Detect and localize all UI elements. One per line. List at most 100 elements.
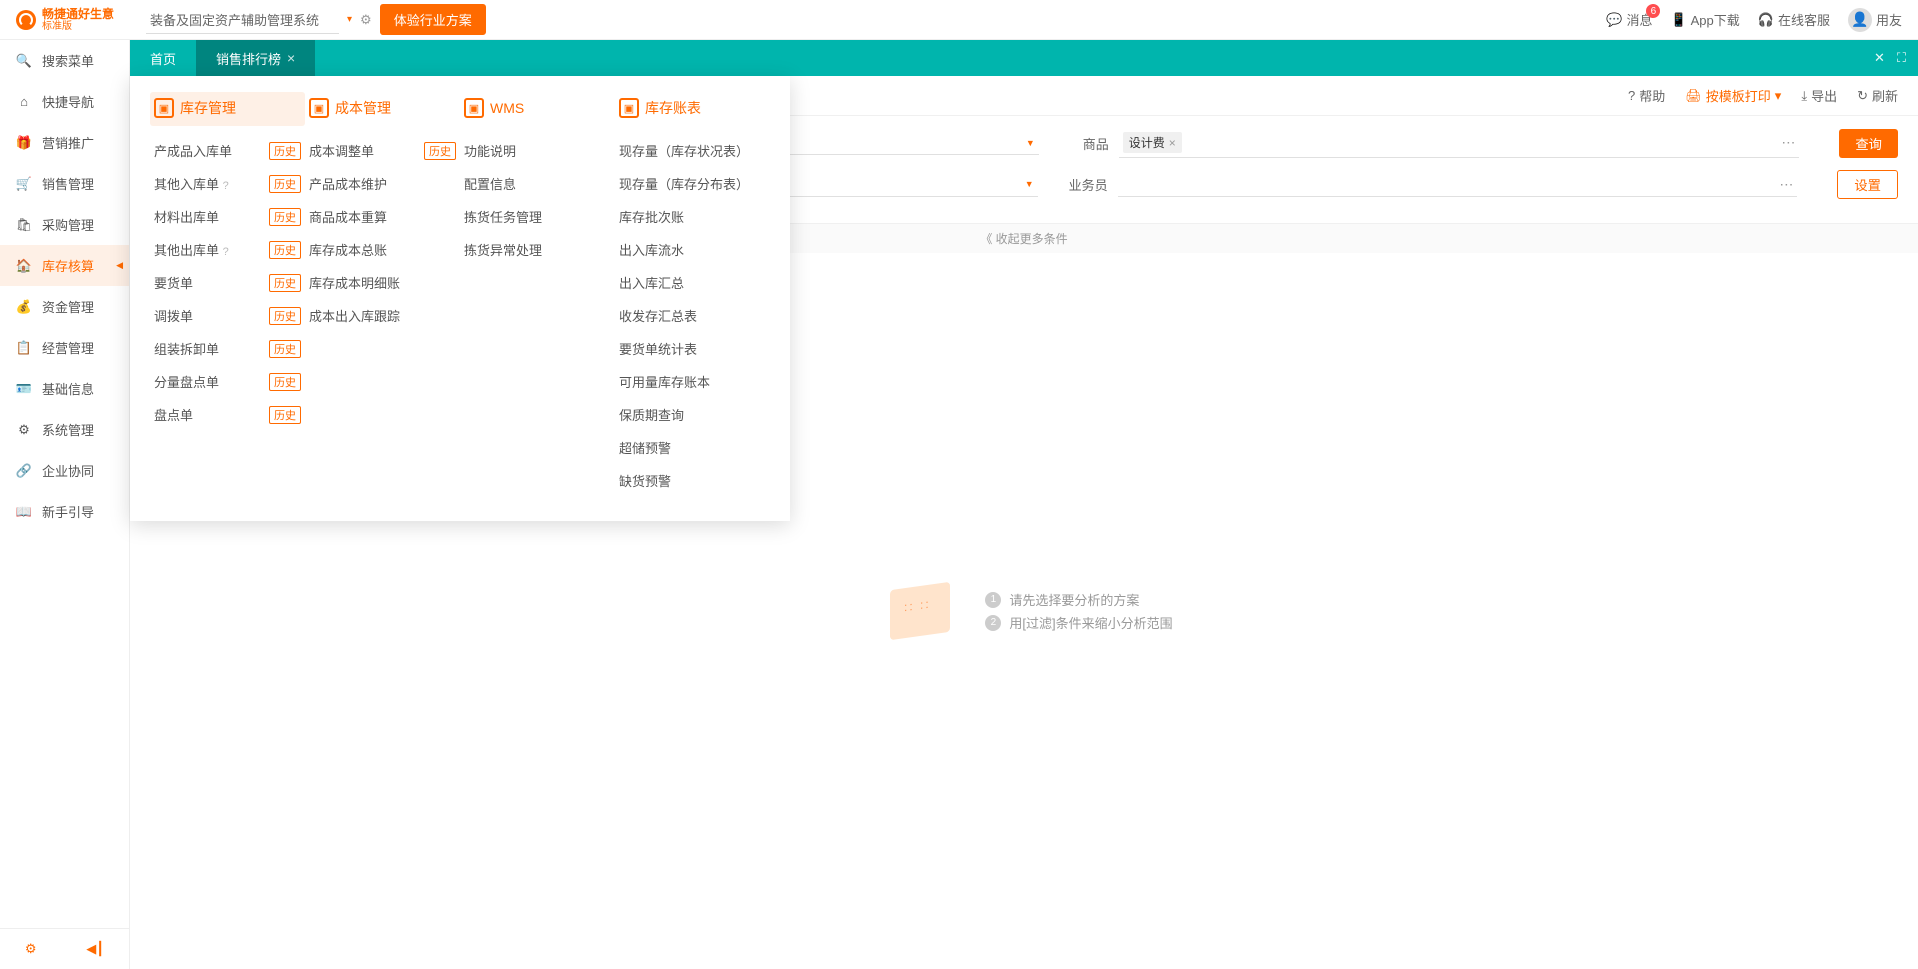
sidebar-item-label: 采购管理 bbox=[42, 215, 94, 234]
sidebar-item-10[interactable]: 🔗企业协同 bbox=[0, 450, 129, 491]
system-dropdown[interactable]: 装备及固定资产辅助管理系统 bbox=[146, 6, 339, 34]
sidebar-item-0[interactable]: 🔍搜索菜单 bbox=[0, 40, 129, 81]
logo-sub: 标准版 bbox=[42, 22, 114, 32]
placeholder-step-1: 1请先选择要分析的方案 bbox=[985, 590, 1172, 609]
mega-item-3-5[interactable]: 收发存汇总表 bbox=[615, 299, 770, 332]
gear-icon[interactable]: ⚙ bbox=[360, 12, 372, 28]
sidebar-item-11[interactable]: 📖新手引导 bbox=[0, 491, 129, 532]
mega-item-3-7[interactable]: 可用量库存账本 bbox=[615, 365, 770, 398]
sidebar-item-4[interactable]: 🛍采购管理 bbox=[0, 204, 129, 245]
history-badge[interactable]: 历史 bbox=[269, 241, 301, 259]
mega-item-3-6[interactable]: 要货单统计表 bbox=[615, 332, 770, 365]
sidebar-item-1[interactable]: ⌂快捷导航 bbox=[0, 81, 129, 122]
messages-button[interactable]: 💬 消息 6 bbox=[1606, 10, 1652, 29]
tabs-bar: 首页 销售排行榜 × ✕ ⛶ bbox=[130, 40, 1918, 76]
avatar: 👤 bbox=[1848, 8, 1872, 32]
mega-item-3-3[interactable]: 出入库流水 bbox=[615, 233, 770, 266]
mega-item-3-9[interactable]: 超储预警 bbox=[615, 431, 770, 464]
logo[interactable]: 畅捷通好生意 标准版 bbox=[16, 8, 130, 32]
placeholder-step-2: 2用[过滤]条件来缩小分析范围 bbox=[985, 613, 1172, 632]
online-service-button[interactable]: 🎧 在线客服 bbox=[1758, 10, 1830, 29]
sales-input[interactable] bbox=[1118, 173, 1798, 197]
history-badge[interactable]: 历史 bbox=[269, 406, 301, 424]
tab-home[interactable]: 首页 bbox=[130, 40, 196, 76]
trial-button[interactable]: 体验行业方案 bbox=[380, 4, 486, 35]
mega-item-0-6[interactable]: 组装拆卸单历史 bbox=[150, 332, 305, 365]
history-badge[interactable]: 历史 bbox=[269, 307, 301, 325]
history-badge[interactable]: 历史 bbox=[269, 373, 301, 391]
link-icon: 🔗 bbox=[16, 463, 32, 479]
mega-item-2-1[interactable]: 配置信息 bbox=[460, 167, 615, 200]
book-icon: 📖 bbox=[16, 504, 32, 520]
mega-item-3-8[interactable]: 保质期查询 bbox=[615, 398, 770, 431]
mega-item-0-4[interactable]: 要货单历史 bbox=[150, 266, 305, 299]
mega-item-3-4[interactable]: 出入库汇总 bbox=[615, 266, 770, 299]
mega-item-0-1[interactable]: 其他入库单 ?历史 bbox=[150, 167, 305, 200]
sidebar-item-label: 搜索菜单 bbox=[42, 51, 94, 70]
collapse-sidebar-icon[interactable]: ◀┃ bbox=[86, 941, 104, 957]
mega-header-2[interactable]: ▣WMS bbox=[460, 92, 615, 126]
mega-item-1-2[interactable]: 商品成本重算 bbox=[305, 200, 460, 233]
mega-item-1-5[interactable]: 成本出入库跟踪 bbox=[305, 299, 460, 332]
refresh-icon: ↻ bbox=[1857, 88, 1868, 104]
history-badge[interactable]: 历史 bbox=[269, 274, 301, 292]
id-icon: 🪪 bbox=[16, 381, 32, 397]
close-icon[interactable]: × bbox=[287, 50, 295, 66]
print-button[interactable]: 🖨按模板打印▾ bbox=[1685, 86, 1781, 105]
tab-sales-ranking[interactable]: 销售排行榜 × bbox=[196, 40, 315, 76]
user-menu[interactable]: 👤 用友 bbox=[1848, 8, 1902, 32]
mega-item-0-3[interactable]: 其他出库单 ?历史 bbox=[150, 233, 305, 266]
settings-icon[interactable]: ⚙ bbox=[25, 941, 37, 957]
mega-item-1-3[interactable]: 库存成本总账 bbox=[305, 233, 460, 266]
mega-header-0[interactable]: ▣库存管理 bbox=[150, 92, 305, 126]
fullscreen-icon[interactable]: ⛶ bbox=[1897, 50, 1906, 66]
mega-item-0-2[interactable]: 材料出库单历史 bbox=[150, 200, 305, 233]
refresh-button[interactable]: ↻刷新 bbox=[1857, 86, 1898, 105]
sidebar-item-label: 经营管理 bbox=[42, 338, 94, 357]
mega-item-0-8[interactable]: 盘点单历史 bbox=[150, 398, 305, 431]
product-input[interactable]: 设计费 × bbox=[1119, 128, 1800, 158]
mega-header-1[interactable]: ▣成本管理 bbox=[305, 92, 460, 126]
sidebar-item-5[interactable]: 🏠库存核算 bbox=[0, 245, 129, 286]
tag-remove-icon[interactable]: × bbox=[1169, 136, 1176, 150]
amount-input[interactable] bbox=[758, 173, 1038, 197]
mega-item-1-0[interactable]: 成本调整单历史 bbox=[305, 134, 460, 167]
app-download-button[interactable]: 📱 App下载 bbox=[1670, 10, 1739, 29]
mega-item-0-0[interactable]: 产成品入库单历史 bbox=[150, 134, 305, 167]
mega-header-3[interactable]: ▣库存账表 bbox=[615, 92, 770, 126]
setting-button[interactable]: 设置 bbox=[1837, 170, 1898, 199]
sidebar-item-6[interactable]: 💰资金管理 bbox=[0, 286, 129, 327]
mega-item-2-2[interactable]: 拣货任务管理 bbox=[460, 200, 615, 233]
history-badge[interactable]: 历史 bbox=[269, 175, 301, 193]
money-icon: 💰 bbox=[16, 299, 32, 315]
messages-badge: 6 bbox=[1646, 4, 1660, 18]
sidebar-item-8[interactable]: 🪪基础信息 bbox=[0, 368, 129, 409]
chevron-down-icon[interactable]: ▾ bbox=[347, 14, 352, 25]
headset-icon: 🎧 bbox=[1758, 12, 1774, 28]
clipboard-icon: 📋 bbox=[16, 340, 32, 356]
sidebar-item-9[interactable]: ⚙系统管理 bbox=[0, 409, 129, 450]
mega-item-3-2[interactable]: 库存批次账 bbox=[615, 200, 770, 233]
history-badge[interactable]: 历史 bbox=[269, 208, 301, 226]
sidebar-item-7[interactable]: 📋 经营管理 bbox=[0, 327, 129, 368]
export-button[interactable]: ⤓导出 bbox=[1801, 86, 1837, 105]
sidebar-item-3[interactable]: 🛒销售管理 bbox=[0, 163, 129, 204]
export-icon: ⤓ bbox=[1801, 88, 1807, 104]
mega-item-3-0[interactable]: 现存量（库存状况表） bbox=[615, 134, 770, 167]
history-badge[interactable]: 历史 bbox=[424, 142, 456, 160]
mega-item-0-7[interactable]: 分量盘点单历史 bbox=[150, 365, 305, 398]
mega-item-2-3[interactable]: 拣货异常处理 bbox=[460, 233, 615, 266]
mega-item-1-4[interactable]: 库存成本明细账 bbox=[305, 266, 460, 299]
mega-item-1-1[interactable]: 产品成本维护 bbox=[305, 167, 460, 200]
sidebar-item-2[interactable]: 🎁营销推广 bbox=[0, 122, 129, 163]
history-badge[interactable]: 历史 bbox=[269, 340, 301, 358]
mega-item-0-5[interactable]: 调拨单历史 bbox=[150, 299, 305, 332]
mega-item-2-0[interactable]: 功能说明 bbox=[460, 134, 615, 167]
query-button[interactable]: 查询 bbox=[1839, 129, 1898, 158]
history-badge[interactable]: 历史 bbox=[269, 142, 301, 160]
gift-icon: 🎁 bbox=[16, 135, 32, 151]
close-all-icon[interactable]: ✕ bbox=[1874, 50, 1885, 66]
mega-item-3-10[interactable]: 缺货预警 bbox=[615, 464, 770, 497]
mega-item-3-1[interactable]: 现存量（库存分布表） bbox=[615, 167, 770, 200]
help-button[interactable]: ?帮助 bbox=[1628, 86, 1665, 105]
